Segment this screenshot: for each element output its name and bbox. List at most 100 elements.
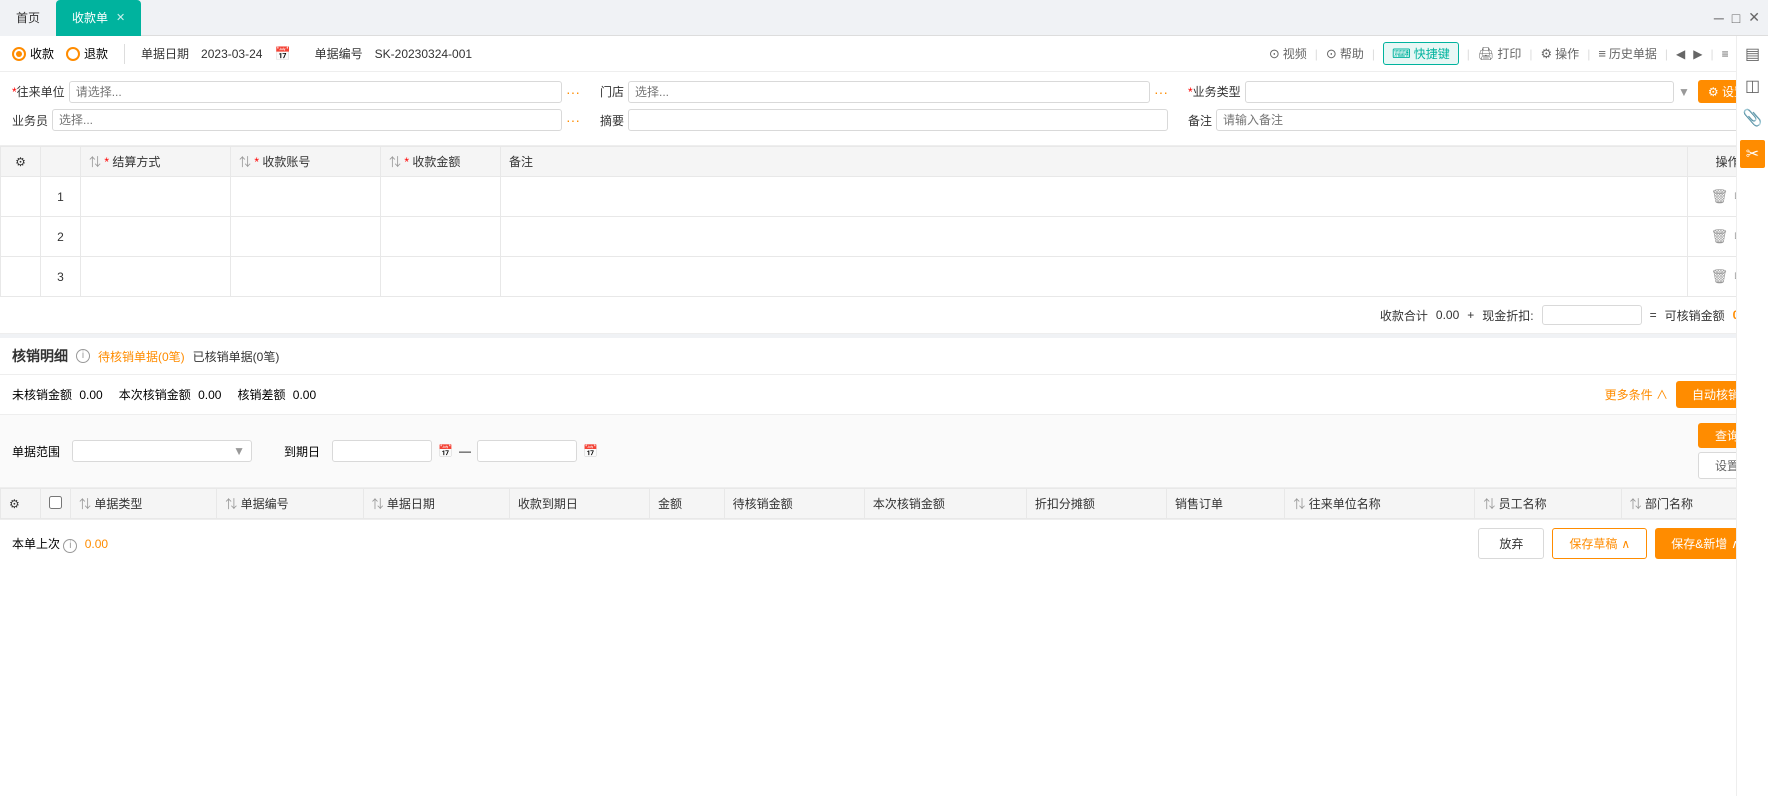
row2-amount[interactable] bbox=[381, 217, 501, 257]
row1-account[interactable] bbox=[231, 177, 381, 217]
row3-delete-icon[interactable]: 🗑 bbox=[1711, 268, 1729, 285]
verif-settings-col[interactable]: ⚙ bbox=[1, 489, 41, 519]
layout-list-icon[interactable]: ≡ bbox=[1722, 47, 1729, 61]
store-input[interactable] bbox=[628, 81, 1150, 103]
row1-num: 1 bbox=[41, 177, 81, 217]
row3-remark[interactable] bbox=[501, 257, 1688, 297]
row1-amount[interactable] bbox=[381, 177, 501, 217]
verification-section: 核销明细 i 待核销单据(0笔) 已核销单据(0笔) 未核销金额 0.00 本次… bbox=[0, 334, 1768, 796]
print-btn[interactable]: 🖨 打印 bbox=[1478, 45, 1522, 62]
emp-sort-icon[interactable]: ⇅ bbox=[1483, 497, 1495, 511]
verif-checkbox-col[interactable] bbox=[41, 489, 71, 519]
row1-delete-icon[interactable]: 🗑 bbox=[1711, 188, 1729, 205]
tab-home[interactable]: 首页 bbox=[0, 0, 56, 36]
account-sort-icon[interactable]: ⇅ bbox=[239, 155, 251, 169]
salesperson-input[interactable] bbox=[52, 109, 562, 131]
note-input[interactable] bbox=[1216, 109, 1756, 131]
col-settings-header[interactable]: ⚙ bbox=[1, 147, 41, 177]
amount-col-label: 金额 bbox=[658, 497, 682, 511]
range-select[interactable]: ▼ bbox=[72, 440, 252, 462]
video-btn[interactable]: ⊙ 视频 bbox=[1269, 45, 1307, 62]
shortcut-btn[interactable]: ⌨ 快捷键 bbox=[1383, 42, 1459, 65]
maximize-icon[interactable]: □ bbox=[1732, 10, 1740, 26]
select-all-checkbox[interactable] bbox=[49, 496, 62, 509]
minimize-icon[interactable]: ─ bbox=[1714, 10, 1724, 26]
settle-sort-icon[interactable]: ⇅ bbox=[89, 155, 101, 169]
biz-type-chevron[interactable]: ▼ bbox=[1678, 85, 1690, 99]
history-btn[interactable]: ≡ 历史单据 bbox=[1598, 45, 1657, 62]
tab-close-icon[interactable]: ✕ bbox=[116, 11, 125, 24]
table-wrapper: ⚙ ⇅ * 结算方式 ⇅ * 收款账号 bbox=[0, 146, 1768, 297]
next-icon[interactable]: ▶ bbox=[1693, 47, 1702, 61]
radio-refund[interactable]: 退款 bbox=[66, 45, 108, 62]
summary-input[interactable] bbox=[628, 109, 1168, 131]
type-sort-icon[interactable]: ⇅ bbox=[79, 497, 91, 511]
last-info-icon[interactable]: i bbox=[63, 539, 77, 553]
row2-settle[interactable] bbox=[81, 217, 231, 257]
salesperson-field: 业务员 ··· bbox=[12, 109, 580, 131]
verif-sales-col: 销售订单 bbox=[1167, 489, 1285, 519]
prev-icon[interactable]: ◀ bbox=[1676, 47, 1685, 61]
pending-verify-tab[interactable]: 待核销单据(0笔) bbox=[98, 348, 185, 365]
unverified-stat: 未核销金额 0.00 bbox=[12, 386, 103, 403]
salesperson-label: 业务员 bbox=[12, 112, 48, 129]
sales-col-label: 销售订单 bbox=[1175, 497, 1223, 511]
row2-account[interactable] bbox=[231, 217, 381, 257]
calendar-icon[interactable]: 📅 bbox=[274, 46, 290, 62]
discount-input[interactable] bbox=[1542, 305, 1642, 325]
unverified-value: 0.00 bbox=[79, 388, 102, 402]
business-type-field: * 业务类型 预收款 ▼ ⚙ 设置 bbox=[1188, 80, 1756, 103]
row3-amount[interactable] bbox=[381, 257, 501, 297]
row1-remark[interactable] bbox=[501, 177, 1688, 217]
table-settings-icon[interactable]: ⚙ bbox=[15, 155, 26, 169]
receipt-table: ⚙ ⇅ * 结算方式 ⇅ * 收款账号 bbox=[0, 146, 1768, 297]
this-verify-value: 0.00 bbox=[198, 388, 221, 402]
date-from-icon[interactable]: 📅 bbox=[438, 444, 453, 458]
row2-remark[interactable] bbox=[501, 217, 1688, 257]
more-conditions-btn[interactable]: 更多条件 ∧ bbox=[1605, 386, 1668, 403]
settle-header-label: 结算方式 bbox=[112, 155, 160, 169]
biz-type-input[interactable]: 预收款 bbox=[1245, 81, 1674, 103]
row2-delete-icon[interactable]: 🗑 bbox=[1711, 228, 1729, 245]
radio-receipt[interactable]: 收款 bbox=[12, 45, 54, 62]
verif-info-icon[interactable]: i bbox=[76, 349, 90, 363]
panel-icon-3[interactable]: 📎 bbox=[1743, 108, 1763, 128]
store-field: 门店 ··· bbox=[600, 81, 1168, 103]
date-label: 单据日期 bbox=[141, 45, 189, 62]
counterparty-more-icon[interactable]: ··· bbox=[566, 84, 580, 100]
row3-settle[interactable] bbox=[81, 257, 231, 297]
date-sort-icon[interactable]: ⇅ bbox=[372, 497, 384, 511]
abandon-btn[interactable]: 放弃 bbox=[1478, 528, 1544, 559]
table-section: ⚙ ⇅ * 结算方式 ⇅ * 收款账号 bbox=[0, 146, 1768, 334]
counterparty-input[interactable] bbox=[69, 81, 562, 103]
history-icon: ≡ bbox=[1598, 46, 1606, 61]
panel-icon-4[interactable]: ✂ bbox=[1740, 140, 1765, 168]
row3-account[interactable] bbox=[231, 257, 381, 297]
operation-btn[interactable]: ⚙ 操作 bbox=[1541, 45, 1580, 62]
radio-refund-label: 退款 bbox=[84, 45, 108, 62]
store-more-icon[interactable]: ··· bbox=[1154, 84, 1168, 100]
total-label: 收款合计 bbox=[1380, 307, 1428, 324]
form-section: * 往来单位 ··· 门店 ··· * 业务类型 预收款 ▼ bbox=[0, 72, 1768, 146]
date-to-icon[interactable]: 📅 bbox=[583, 444, 598, 458]
save-draft-btn[interactable]: 保存草稿 ∧ bbox=[1552, 528, 1647, 559]
net-label: 可核销金额 bbox=[1665, 307, 1725, 324]
panel-icon-1[interactable]: ▤ bbox=[1745, 44, 1760, 64]
row3-num: 3 bbox=[41, 257, 81, 297]
completed-verify-tab[interactable]: 已核销单据(0笔) bbox=[193, 348, 280, 365]
amount-sort-icon[interactable]: ⇅ bbox=[389, 155, 401, 169]
form-row-1: * 往来单位 ··· 门店 ··· * 业务类型 预收款 ▼ bbox=[12, 80, 1756, 103]
panel-icon-2[interactable]: ◫ bbox=[1745, 76, 1760, 96]
cp-sort-icon[interactable]: ⇅ bbox=[1293, 497, 1305, 511]
tab-active[interactable]: 收款单 ✕ bbox=[56, 0, 141, 36]
num-sort-icon[interactable]: ⇅ bbox=[225, 497, 237, 511]
salesperson-more-icon[interactable]: ··· bbox=[566, 112, 580, 128]
window-close-icon[interactable]: ✕ bbox=[1748, 9, 1760, 26]
date-to-input[interactable]: 2022-04-12 bbox=[477, 440, 577, 462]
date-from-input[interactable]: 2022-04-01 bbox=[332, 440, 432, 462]
help-btn[interactable]: ⊙ 帮助 bbox=[1326, 45, 1364, 62]
operation-icon: ⚙ bbox=[1541, 46, 1553, 62]
amount-header-label: 收款金额 bbox=[412, 155, 460, 169]
dept-sort-icon[interactable]: ⇅ bbox=[1630, 497, 1642, 511]
row1-settle[interactable] bbox=[81, 177, 231, 217]
